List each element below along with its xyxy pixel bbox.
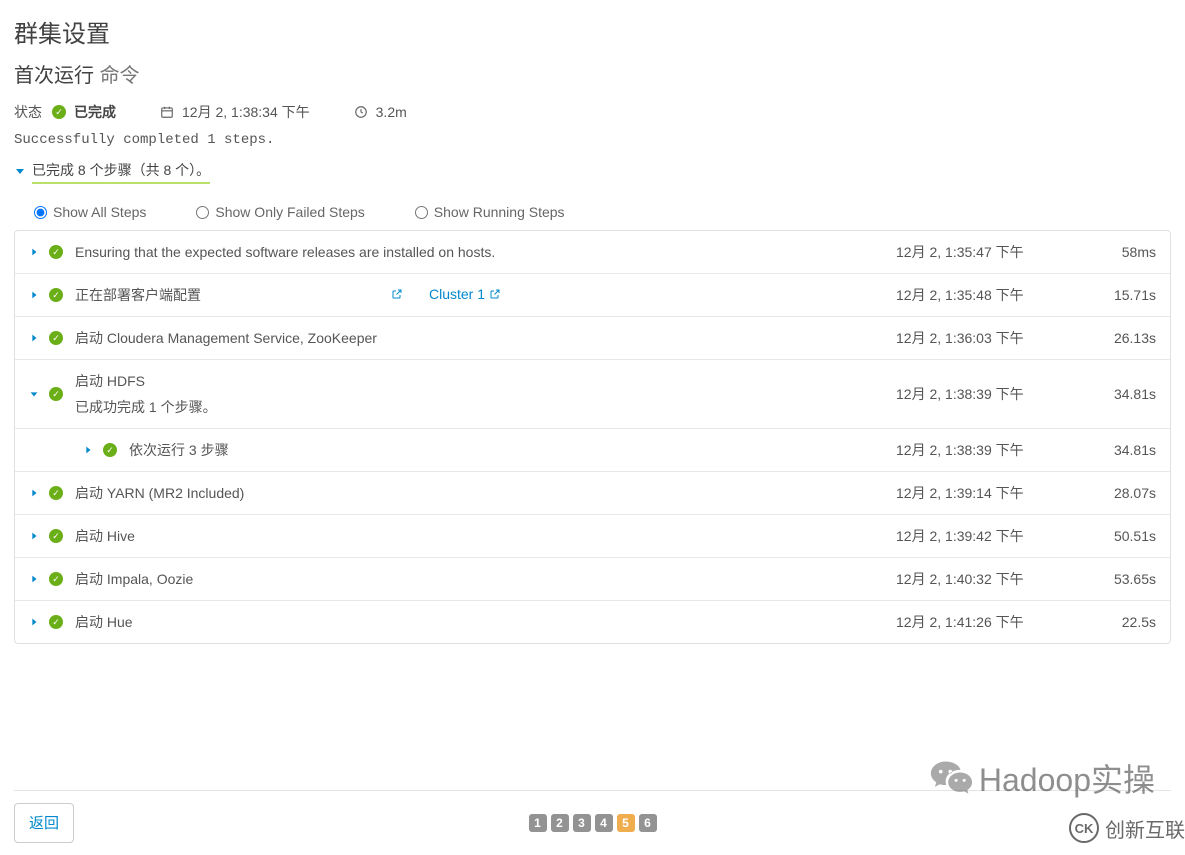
page-5[interactable]: 5 xyxy=(617,814,635,832)
steps-summary-text: 已完成 8 个步骤（共 8 个）。 xyxy=(32,160,210,184)
step-desc: 启动 YARN (MR2 Included) xyxy=(75,485,244,501)
step-duration: 28.07s xyxy=(1076,485,1156,501)
filter-all-radio[interactable] xyxy=(34,206,47,219)
filter-running-radio[interactable] xyxy=(415,206,428,219)
step-duration: 50.51s xyxy=(1076,528,1156,544)
page-1[interactable]: 1 xyxy=(529,814,547,832)
step-timestamp: 12月 2, 1:40:32 下午 xyxy=(896,569,1076,589)
chevron-right-icon[interactable] xyxy=(29,531,43,541)
clock-icon xyxy=(354,105,368,119)
page-4[interactable]: 4 xyxy=(595,814,613,832)
status-line: 状态 ✓ 已完成 12月 2, 1:38:34 下午 3.2m xyxy=(14,102,1171,122)
chevron-right-icon[interactable] xyxy=(29,333,43,343)
step-desc: Ensuring that the expected software rele… xyxy=(75,244,495,260)
page-3[interactable]: 3 xyxy=(573,814,591,832)
check-circle-icon: ✓ xyxy=(49,245,63,259)
status-timestamp: 12月 2, 1:38:34 下午 xyxy=(182,102,310,122)
footer-bar: 返回 123456 xyxy=(14,790,1171,855)
check-circle-icon: ✓ xyxy=(49,529,63,543)
filter-all-label: Show All Steps xyxy=(53,204,146,220)
step-desc: 启动 HDFS xyxy=(75,373,145,389)
filter-failed-label: Show Only Failed Steps xyxy=(215,204,364,220)
step-timestamp: 12月 2, 1:39:42 下午 xyxy=(896,526,1076,546)
filter-row: Show All Steps Show Only Failed Steps Sh… xyxy=(14,190,1171,230)
chevron-down-icon[interactable] xyxy=(29,389,43,399)
chevron-right-icon[interactable] xyxy=(29,290,43,300)
check-circle-icon: ✓ xyxy=(103,443,117,457)
step-timestamp: 12月 2, 1:36:03 下午 xyxy=(896,328,1076,348)
step-desc: 正在部署客户端配置 xyxy=(75,287,201,303)
step-timestamp: 12月 2, 1:35:47 下午 xyxy=(896,242,1076,262)
calendar-icon xyxy=(160,105,174,119)
steps-table: ✓ Ensuring that the expected software re… xyxy=(14,230,1171,644)
subtitle-light: 命令 xyxy=(100,65,140,87)
page-subtitle: 首次运行 命令 xyxy=(14,59,1171,88)
page-2[interactable]: 2 xyxy=(551,814,569,832)
step-row[interactable]: ✓ 启动 Hue 12月 2, 1:41:26 下午 22.5s xyxy=(15,601,1170,643)
external-link-icon xyxy=(391,288,403,300)
step-desc: 启动 Hive xyxy=(75,528,135,544)
filter-running[interactable]: Show Running Steps xyxy=(415,204,565,220)
status-duration: 3.2m xyxy=(376,104,407,120)
step-duration: 26.13s xyxy=(1076,330,1156,346)
check-circle-icon: ✓ xyxy=(49,615,63,629)
step-timestamp: 12月 2, 1:35:48 下午 xyxy=(896,285,1076,305)
chevron-right-icon[interactable] xyxy=(29,247,43,257)
pager: 123456 xyxy=(529,814,657,832)
check-circle-icon: ✓ xyxy=(49,486,63,500)
filter-running-label: Show Running Steps xyxy=(434,204,565,220)
status-value: 已完成 xyxy=(74,102,116,122)
step-row[interactable]: ✓ 启动 Cloudera Management Service, ZooKee… xyxy=(15,317,1170,360)
step-timestamp: 12月 2, 1:38:39 下午 xyxy=(896,384,1076,404)
steps-summary-expander[interactable]: 已完成 8 个步骤（共 8 个）。 xyxy=(14,160,1171,184)
step-duration: 58ms xyxy=(1076,244,1156,260)
page-6[interactable]: 6 xyxy=(639,814,657,832)
step-desc: 启动 Cloudera Management Service, ZooKeepe… xyxy=(75,330,377,346)
check-circle-icon: ✓ xyxy=(49,331,63,345)
step-subnote: 已成功完成 1 个步骤。 xyxy=(75,397,896,417)
back-button[interactable]: 返回 xyxy=(14,803,74,843)
step-row[interactable]: ✓ 正在部署客户端配置 Cluster 1 12月 2, 1:35:48 下午 … xyxy=(15,274,1170,317)
chevron-right-icon[interactable] xyxy=(29,574,43,584)
step-duration: 53.65s xyxy=(1076,571,1156,587)
filter-all[interactable]: Show All Steps xyxy=(34,204,146,220)
step-row[interactable]: ✓ Ensuring that the expected software re… xyxy=(15,231,1170,274)
chevron-right-icon[interactable] xyxy=(29,617,43,627)
step-desc: 依次运行 3 步骤 xyxy=(129,440,896,460)
chevron-right-icon[interactable] xyxy=(83,445,97,455)
cluster-external-link[interactable]: Cluster 1 xyxy=(391,286,501,302)
step-timestamp: 12月 2, 1:38:39 下午 xyxy=(896,440,1076,460)
filter-failed-radio[interactable] xyxy=(196,206,209,219)
step-row[interactable]: ✓ 启动 Hive 12月 2, 1:39:42 下午 50.51s xyxy=(15,515,1170,558)
step-row[interactable]: ✓ 依次运行 3 步骤 12月 2, 1:38:39 下午 34.81s xyxy=(15,429,1170,472)
step-duration: 15.71s xyxy=(1076,287,1156,303)
chevron-right-icon[interactable] xyxy=(29,488,43,498)
page-title: 群集设置 xyxy=(14,14,1171,49)
subtitle-main: 首次运行 xyxy=(14,65,94,87)
check-circle-icon: ✓ xyxy=(49,572,63,586)
step-duration: 34.81s xyxy=(1076,386,1156,402)
result-message: Successfully completed 1 steps. xyxy=(14,132,1171,148)
cluster-link[interactable]: Cluster 1 xyxy=(429,286,501,302)
filter-failed[interactable]: Show Only Failed Steps xyxy=(196,204,364,220)
step-timestamp: 12月 2, 1:39:14 下午 xyxy=(896,483,1076,503)
step-row[interactable]: ✓ 启动 HDFS已成功完成 1 个步骤。 12月 2, 1:38:39 下午 … xyxy=(15,360,1170,429)
check-circle-icon: ✓ xyxy=(52,105,66,119)
step-duration: 22.5s xyxy=(1076,614,1156,630)
status-label: 状态 xyxy=(14,102,42,122)
step-duration: 34.81s xyxy=(1076,442,1156,458)
check-circle-icon: ✓ xyxy=(49,387,63,401)
chevron-down-icon xyxy=(14,164,26,180)
step-desc: 启动 Impala, Oozie xyxy=(75,571,193,587)
step-row[interactable]: ✓ 启动 Impala, Oozie 12月 2, 1:40:32 下午 53.… xyxy=(15,558,1170,601)
step-desc: 启动 Hue xyxy=(75,614,133,630)
step-timestamp: 12月 2, 1:41:26 下午 xyxy=(896,612,1076,632)
check-circle-icon: ✓ xyxy=(49,288,63,302)
step-row[interactable]: ✓ 启动 YARN (MR2 Included) 12月 2, 1:39:14 … xyxy=(15,472,1170,515)
